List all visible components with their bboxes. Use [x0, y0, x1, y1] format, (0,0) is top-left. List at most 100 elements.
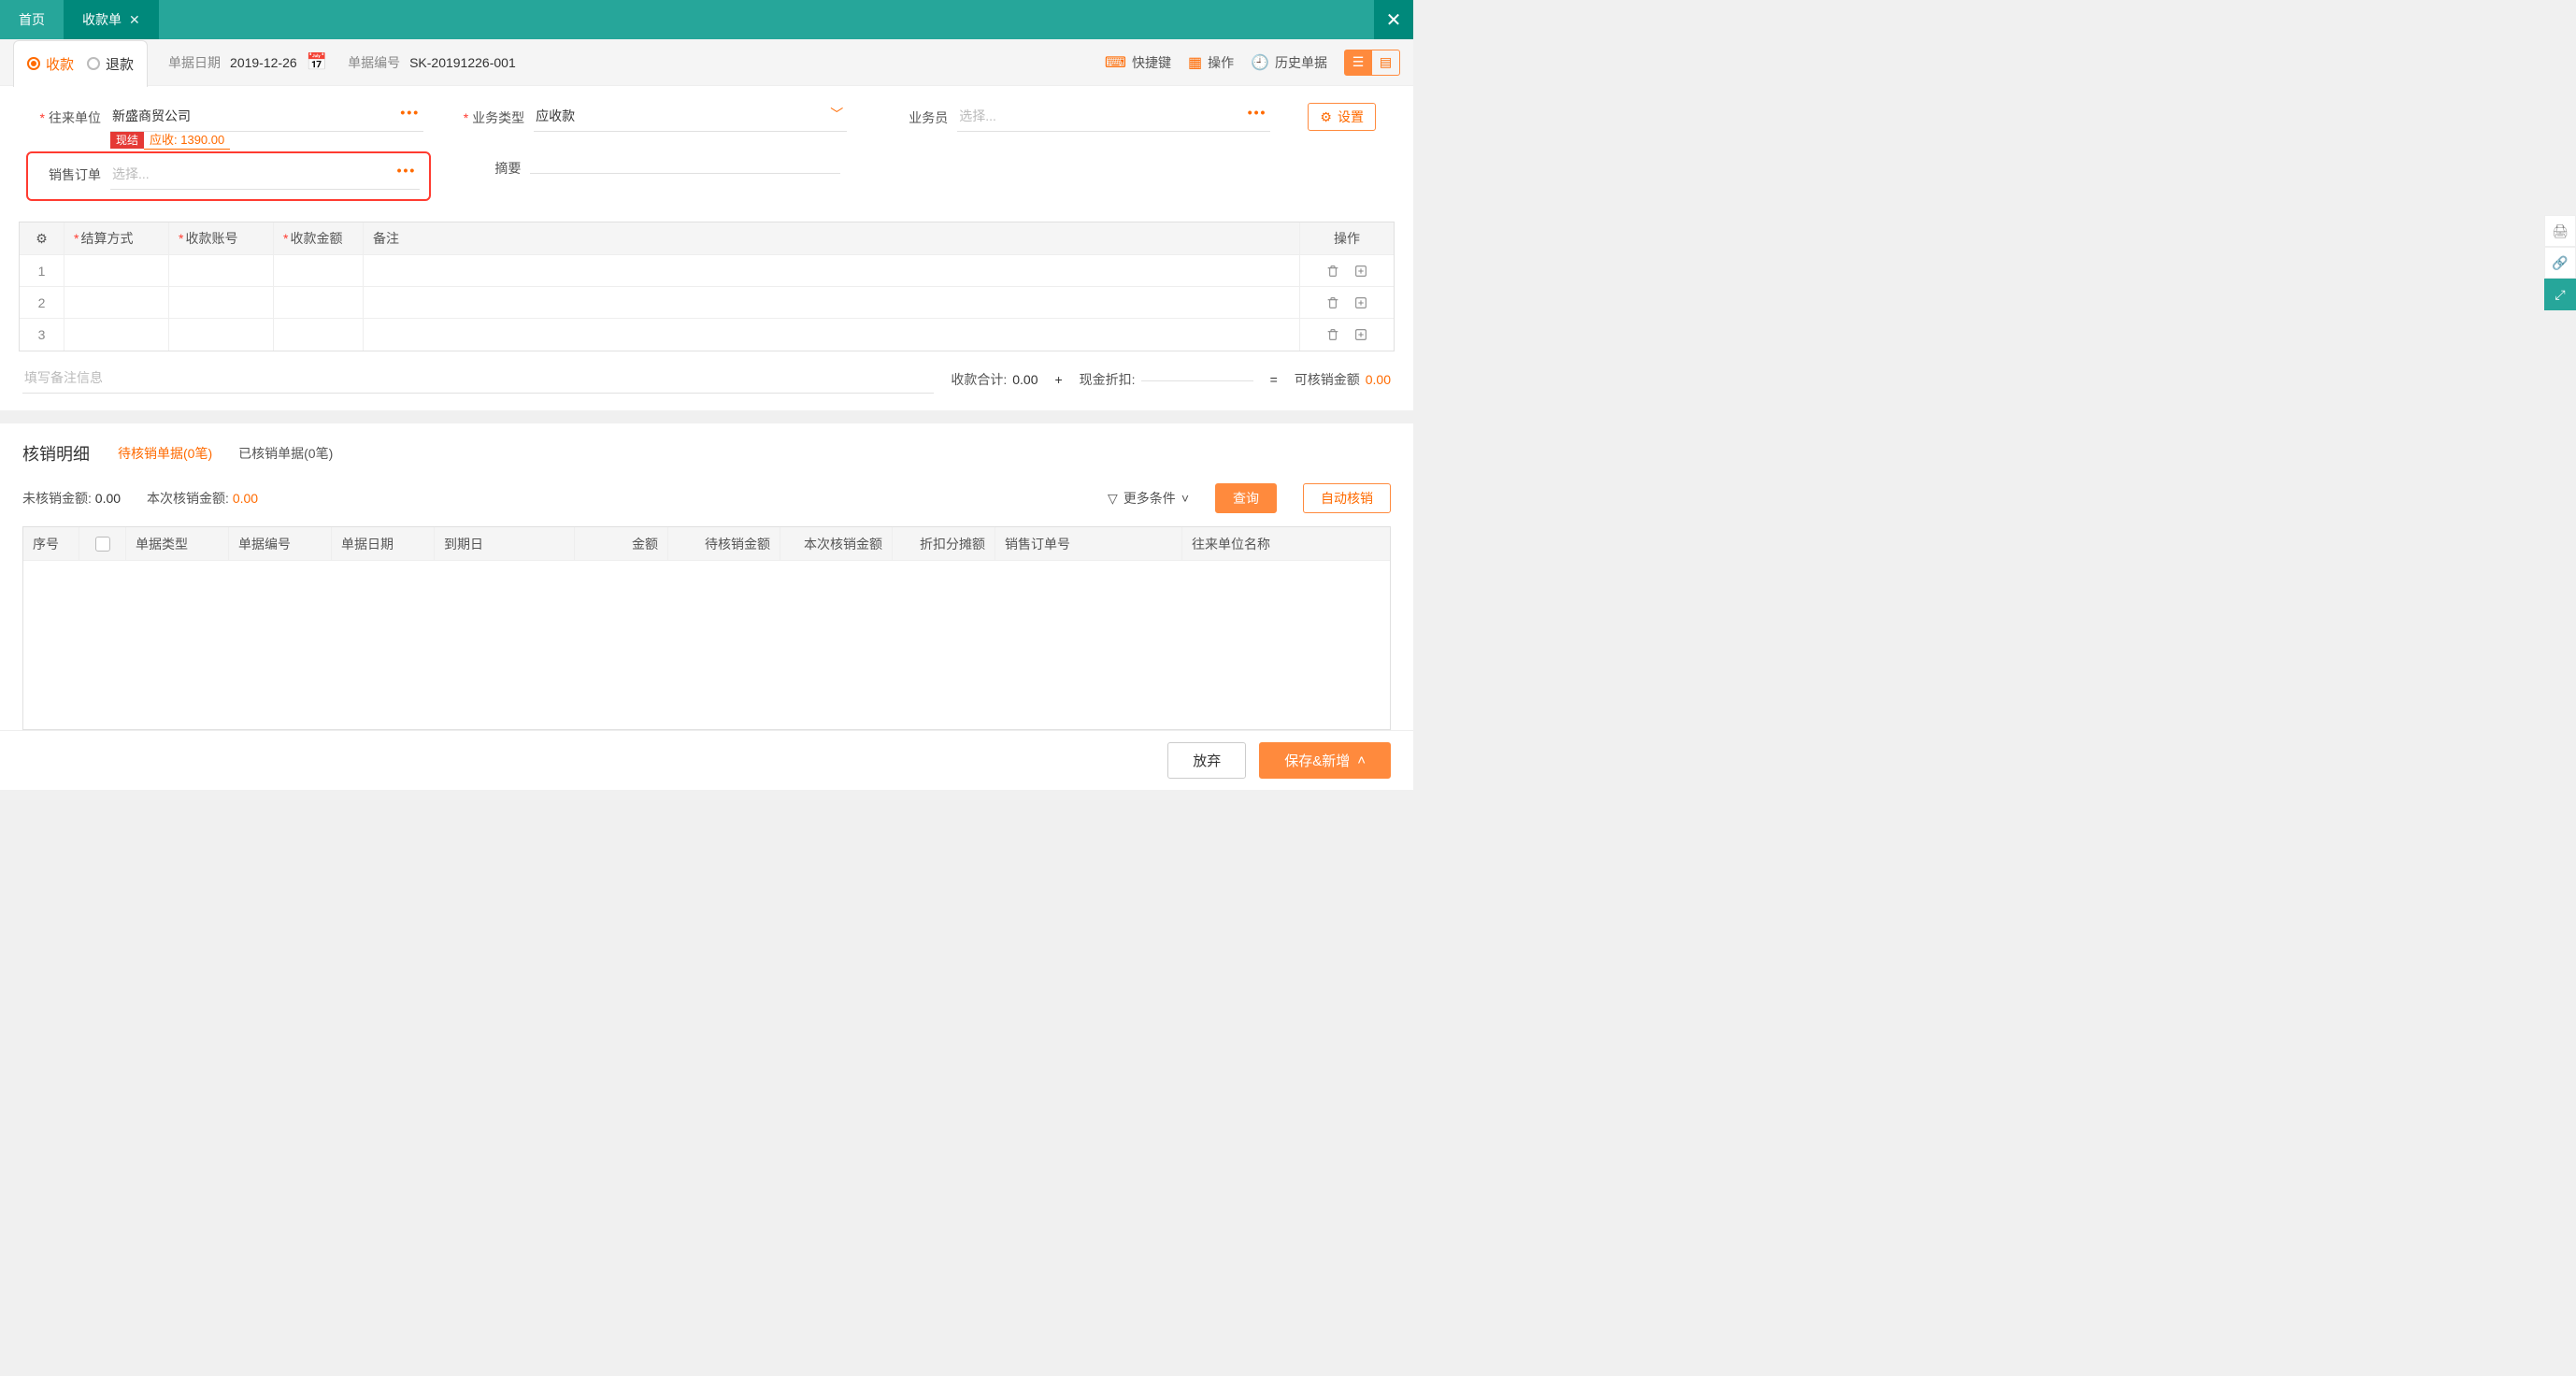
top-tab-strip: 首页 收款单 ✕ ✕: [0, 0, 1413, 39]
cell-account[interactable]: [169, 319, 274, 351]
salesman-placeholder: 选择...: [959, 108, 996, 123]
col-account: 收款账号: [185, 229, 237, 248]
party-label: 往来单位: [37, 108, 101, 127]
subtab-done[interactable]: 已核销单据(0笔): [236, 440, 335, 466]
cell-amount[interactable]: [274, 287, 364, 318]
biztype-select[interactable]: 应收款 ﹀: [534, 103, 847, 132]
col-remark: 备注: [373, 229, 399, 248]
radio-receipt-label: 收款: [46, 54, 74, 74]
subtab-pending[interactable]: 待核销单据(0笔): [116, 440, 214, 466]
avail-label: 可核销金额: [1295, 370, 1360, 389]
table-row: 2: [20, 287, 1394, 319]
unsettled-label: 未核销金额:: [22, 491, 92, 506]
link-button[interactable]: 🔗: [2544, 247, 2576, 279]
party-input[interactable]: 新盛商贸公司 •••: [110, 103, 423, 132]
radio-receipt[interactable]: 收款: [27, 54, 74, 74]
view-toggle: ☰ ▤: [1344, 50, 1400, 76]
col-party: 往来单位名称: [1182, 527, 1390, 560]
document-header: 收款 退款 单据日期 2019-12-26 📅 单据编号 SK-20191226…: [0, 39, 1413, 86]
more-filters-button[interactable]: ▽ 更多条件 ˅: [1108, 489, 1189, 508]
cell-amount[interactable]: [274, 319, 364, 351]
row-index: 2: [20, 287, 64, 318]
delete-row-button[interactable]: [1325, 264, 1340, 279]
ellipsis-icon[interactable]: •••: [1248, 105, 1267, 120]
add-row-button[interactable]: [1353, 295, 1368, 310]
summary-input[interactable]: [530, 164, 839, 174]
column-config-button[interactable]: ⚙: [20, 222, 64, 254]
tab-home[interactable]: 首页: [0, 0, 64, 39]
delete-row-button[interactable]: [1325, 327, 1340, 342]
tab-home-label: 首页: [19, 10, 45, 29]
cell-method[interactable]: [64, 319, 169, 351]
ellipsis-icon[interactable]: •••: [397, 163, 417, 178]
query-button[interactable]: 查询: [1215, 483, 1277, 513]
thistime-label: 本次核销金额:: [147, 491, 229, 506]
shortcut-button[interactable]: ⌨ 快捷键: [1105, 53, 1171, 72]
doc-date-value[interactable]: 2019-12-26: [230, 55, 297, 70]
view-card-button[interactable]: ▤: [1372, 50, 1400, 76]
writeoff-header-row: 序号 单据类型 单据编号 单据日期 到期日 金额 待核销金额 本次核销金额 折扣…: [23, 527, 1390, 561]
salesman-input[interactable]: 选择... •••: [957, 103, 1270, 132]
doc-no-value: SK-20191226-001: [409, 55, 516, 70]
settle-badge: 现结: [110, 131, 144, 149]
fullscreen-button[interactable]: ⤢: [2544, 279, 2576, 310]
close-icon[interactable]: ✕: [129, 12, 140, 28]
doc-date-label: 单据日期: [168, 53, 221, 72]
col-seq: 序号: [23, 527, 79, 560]
cell-amount[interactable]: [274, 255, 364, 286]
discount-input[interactable]: [1141, 377, 1253, 381]
more-label: 更多条件: [1123, 489, 1176, 508]
cell-remark[interactable]: [364, 255, 1300, 286]
biztype-label: 业务类型: [461, 108, 524, 127]
window-close-button[interactable]: ✕: [1374, 0, 1413, 39]
add-row-button[interactable]: [1353, 264, 1368, 279]
settings-button[interactable]: ⚙ 设置: [1308, 103, 1376, 131]
salesman-label: 业务员: [884, 108, 948, 127]
plus-sign: +: [1054, 372, 1062, 387]
radio-refund[interactable]: 退款: [87, 54, 134, 74]
order-input[interactable]: 选择... •••: [110, 161, 420, 190]
cell-method[interactable]: [64, 287, 169, 318]
thistime-value: 0.00: [233, 491, 258, 506]
operate-button[interactable]: ▦ 操作: [1188, 53, 1234, 72]
radio-refund-label: 退款: [106, 54, 134, 74]
tab-receipt-label: 收款单: [82, 10, 122, 29]
writeoff-table: 序号 单据类型 单据编号 单据日期 到期日 金额 待核销金额 本次核销金额 折扣…: [22, 526, 1391, 730]
cell-account[interactable]: [169, 255, 274, 286]
remark-placeholder: 填写备注信息: [24, 370, 103, 385]
cell-remark[interactable]: [364, 319, 1300, 351]
operate-label: 操作: [1208, 53, 1234, 72]
select-all-checkbox[interactable]: [95, 537, 110, 552]
save-and-new-button[interactable]: 保存&新增 ˄: [1259, 742, 1391, 779]
discard-button[interactable]: 放弃: [1167, 742, 1246, 779]
col-order: 销售订单号: [995, 527, 1182, 560]
table-row: 3: [20, 319, 1394, 351]
footer-bar: 放弃 保存&新增 ˄: [0, 730, 1413, 790]
summary-label: 摘要: [457, 159, 521, 178]
col-date: 单据日期: [332, 527, 435, 560]
calendar-icon[interactable]: 📅: [307, 52, 327, 72]
sales-order-highlight: 销售订单 选择... •••: [26, 151, 431, 201]
order-label: 销售订单: [37, 165, 101, 184]
ellipsis-icon[interactable]: •••: [400, 105, 420, 120]
cell-method[interactable]: [64, 255, 169, 286]
disc-label: 现金折扣:: [1080, 370, 1136, 389]
receivable-badge[interactable]: 应收: 1390.00: [144, 130, 230, 150]
gear-icon: ⚙: [1320, 109, 1332, 125]
auto-writeoff-button[interactable]: 自动核销: [1303, 483, 1391, 513]
chevron-down-icon: ﹀: [830, 105, 843, 123]
cell-account[interactable]: [169, 287, 274, 318]
remark-input[interactable]: 填写备注信息: [22, 365, 934, 394]
col-due: 到期日: [435, 527, 575, 560]
view-list-button[interactable]: ☰: [1344, 50, 1372, 76]
party-value: 新盛商贸公司: [112, 108, 191, 123]
print-button[interactable]: 🖨: [2544, 215, 2576, 247]
history-button[interactable]: 🕘 历史单据: [1251, 53, 1327, 72]
col-pend: 待核销金额: [668, 527, 780, 560]
delete-row-button[interactable]: [1325, 295, 1340, 310]
radio-dot-icon: [27, 57, 40, 70]
tab-receipt[interactable]: 收款单 ✕: [64, 0, 159, 39]
add-row-button[interactable]: [1353, 327, 1368, 342]
col-disc: 折扣分摊额: [893, 527, 995, 560]
cell-remark[interactable]: [364, 287, 1300, 318]
